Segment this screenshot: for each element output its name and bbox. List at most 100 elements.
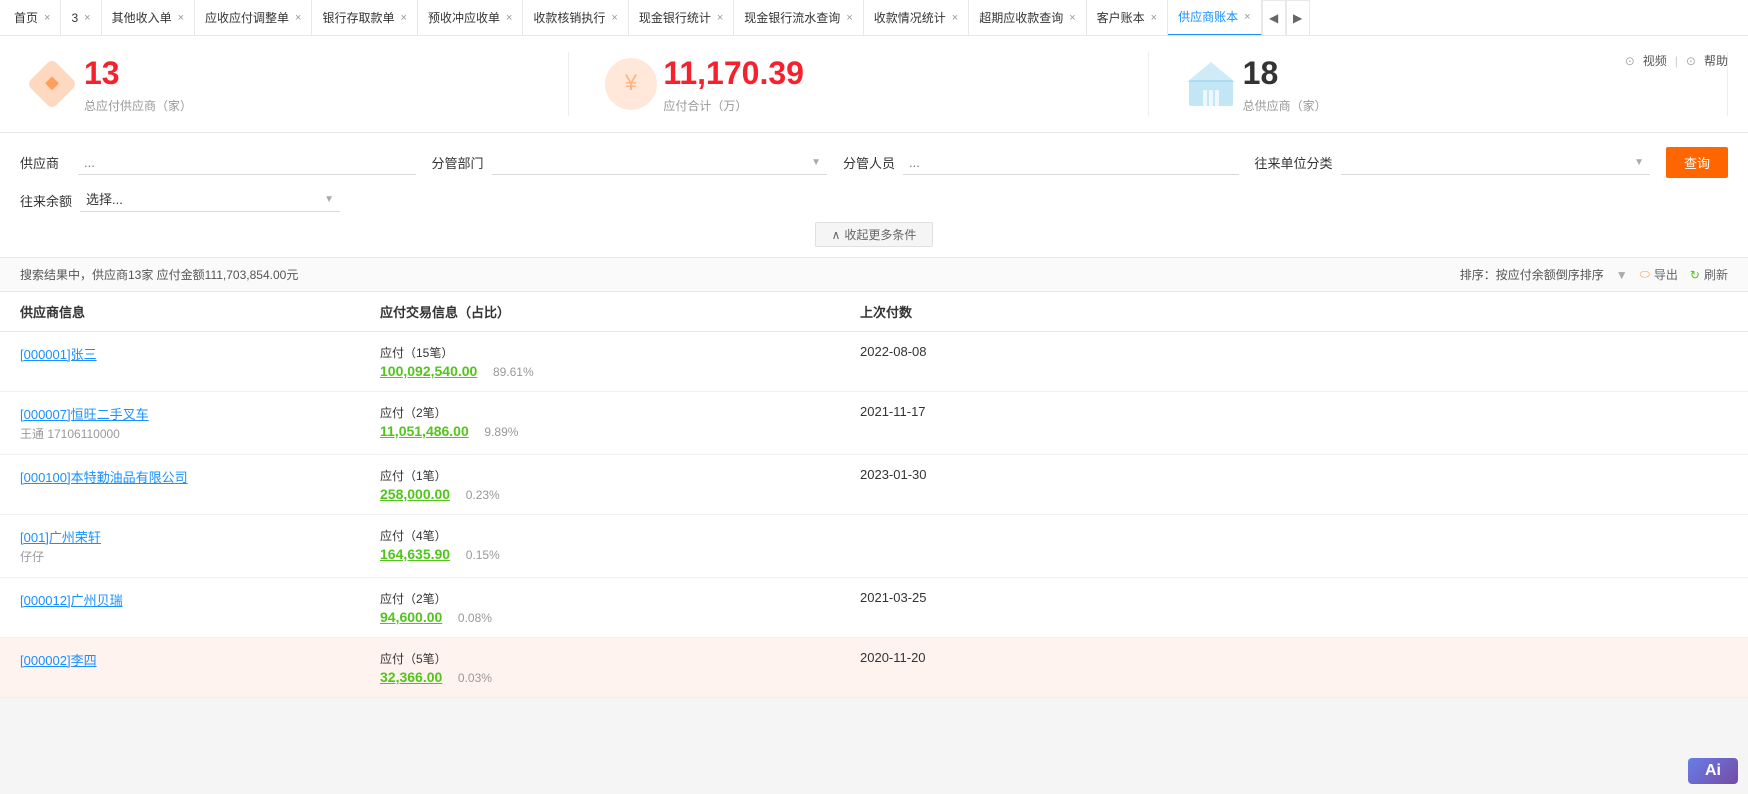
nav-tab-receipt-stat-label: 收款情况统计 — [874, 9, 946, 26]
stat-icon-diamond: ◆ — [20, 52, 84, 116]
balance-select[interactable]: 选择... — [86, 192, 334, 207]
transactions-cell: 应付（2笔） 11,051,486.00 9.89% — [380, 404, 860, 439]
nav-tab-payment-verify-close[interactable]: × — [611, 12, 617, 24]
nav-tab-receipt-stat[interactable]: 收款情况统计 × — [864, 0, 969, 36]
supplier-link[interactable]: [001]广州荣轩 — [20, 530, 101, 545]
tx-amount[interactable]: 164,635.90 — [380, 546, 450, 562]
data-table: 供应商信息 应付交易信息（占比） 上次付数 [000001]张三 应付（15笔）… — [0, 292, 1748, 698]
svg-text:◆: ◆ — [45, 72, 59, 92]
nav-tab-ar-ap-adjust[interactable]: 应收应付调整单 × — [195, 0, 312, 36]
category-select[interactable] — [1347, 155, 1644, 170]
nav-tab-3[interactable]: 3 × — [61, 0, 101, 36]
nav-tab-bank-deposit-close[interactable]: × — [401, 12, 407, 24]
supplier-label: 供应商 — [20, 153, 70, 172]
query-button[interactable]: 查询 — [1666, 147, 1728, 178]
balance-select-wrapper[interactable]: 选择... ▼ — [80, 188, 340, 212]
nav-tab-supplier-book[interactable]: 供应商账本 × — [1168, 0, 1261, 36]
nav-tab-prepay-offset-close[interactable]: × — [506, 12, 512, 24]
results-bar: 搜索结果中，供应商13家 应付金额111,703,854.00元 排序：按应付余… — [0, 258, 1748, 292]
tx-amount-row: 32,366.00 0.03% — [380, 669, 860, 685]
collapse-bar: ∧ 收起更多条件 — [20, 222, 1728, 247]
stat-number-payable-total: 11,170.39 — [663, 54, 804, 92]
dept-select-wrapper[interactable]: ▼ — [492, 151, 827, 175]
nav-tab-overdue-ar-label: 超期应收款查询 — [979, 9, 1063, 26]
nav-tab-bank-deposit-label: 银行存取款单 — [322, 9, 394, 26]
nav-arrow-right[interactable]: ▶ — [1286, 0, 1310, 36]
nav-tab-cash-flow[interactable]: 现金银行流水查询 × — [734, 0, 863, 36]
export-button[interactable]: ⬭ 导出 — [1640, 266, 1678, 283]
nav-tab-other-income[interactable]: 其他收入单 × — [102, 0, 195, 36]
tx-amount[interactable]: 258,000.00 — [380, 486, 450, 502]
nav-tab-customer-book[interactable]: 客户账本 × — [1087, 0, 1168, 36]
tx-label: 应付（2笔） — [380, 590, 860, 607]
nav-tab-receipt-stat-close[interactable]: × — [952, 12, 958, 24]
last-payment-cell: 2021-03-25 — [860, 590, 1728, 605]
stat-block-payable-total: ¥ 11,170.39 应付合计（万） — [569, 52, 1148, 116]
sort-label[interactable]: 排序：按应付余额倒序排序 — [1460, 266, 1604, 283]
supplier-input[interactable] — [78, 151, 416, 175]
table-row: [000012]广州贝瑞 应付（2笔） 94,600.00 0.08% 2021… — [0, 578, 1748, 638]
dept-label: 分管部门 — [432, 153, 484, 172]
nav-tab-ar-ap-adjust-close[interactable]: × — [295, 12, 301, 24]
nav-tab-payment-verify[interactable]: 收款核销执行 × — [523, 0, 628, 36]
tx-amount[interactable]: 11,051,486.00 — [380, 423, 469, 439]
table-row: [000002]李四 应付（5笔） 32,366.00 0.03% 2020-1… — [0, 638, 1748, 698]
supplier-cell: [000007]恒旺二手叉车 王通 17106110000 — [20, 404, 380, 442]
transactions-cell: 应付（5笔） 32,366.00 0.03% — [380, 650, 860, 685]
table-row: [001]广州荣轩 仔仔 应付（4笔） 164,635.90 0.15% — [0, 515, 1748, 578]
dept-select[interactable] — [498, 155, 821, 170]
transactions-cell: 应付（15笔） 100,092,540.00 89.61% — [380, 344, 860, 379]
stat-number-total-suppliers: 18 — [1243, 54, 1327, 92]
nav-tab-other-income-close[interactable]: × — [178, 12, 184, 24]
person-input[interactable] — [903, 151, 1238, 175]
tx-amount-row: 11,051,486.00 9.89% — [380, 423, 860, 439]
search-field-supplier: 供应商 — [20, 151, 416, 175]
nav-tab-customer-book-close[interactable]: × — [1151, 12, 1157, 24]
nav-tab-cash-flow-close[interactable]: × — [846, 12, 852, 24]
nav-tab-cash-stat-close[interactable]: × — [717, 12, 723, 24]
stat-content-total: 11,170.39 应付合计（万） — [663, 54, 804, 113]
tx-percent: 89.61% — [493, 365, 534, 379]
collapse-icon: ∧ — [832, 228, 841, 242]
nav-tab-overdue-ar-close[interactable]: × — [1069, 12, 1075, 24]
nav-tab-customer-book-label: 客户账本 — [1097, 9, 1145, 26]
tx-amount[interactable]: 94,600.00 — [380, 609, 442, 625]
nav-tab-home-label: 首页 — [14, 9, 38, 26]
nav-tab-cash-stat[interactable]: 现金银行统计 × — [629, 0, 734, 36]
person-label: 分管人员 — [843, 153, 895, 172]
search-area: 供应商 分管部门 ▼ 分管人员 往来单位分类 ▼ 查询 — [0, 133, 1748, 258]
help-link[interactable]: 帮助 — [1704, 52, 1728, 69]
nav-tab-overdue-ar[interactable]: 超期应收款查询 × — [969, 0, 1086, 36]
tx-amount[interactable]: 100,092,540.00 — [380, 363, 477, 379]
supplier-link[interactable]: [000001]张三 — [20, 347, 97, 362]
category-select-wrapper[interactable]: ▼ — [1341, 151, 1650, 175]
nav-tab-ar-ap-adjust-label: 应收应付调整单 — [205, 9, 289, 26]
nav-tab-3-close[interactable]: × — [84, 12, 90, 24]
supplier-link[interactable]: [000100]本特勤油品有限公司 — [20, 470, 188, 485]
stat-number-payable-suppliers: 13 — [84, 54, 192, 92]
search-field-category: 往来单位分类 ▼ — [1255, 151, 1651, 175]
video-link[interactable]: 视频 — [1643, 52, 1667, 69]
nav-arrow-left[interactable]: ◀ — [1262, 0, 1286, 36]
category-label: 往来单位分类 — [1255, 153, 1333, 172]
supplier-cell: [001]广州荣轩 仔仔 — [20, 527, 380, 565]
nav-tab-home[interactable]: 首页 × — [4, 0, 61, 36]
last-payment-date: 2020-11-20 — [860, 650, 926, 665]
nav-tab-supplier-book-close[interactable]: × — [1244, 11, 1250, 23]
tx-amount-row: 94,600.00 0.08% — [380, 609, 860, 625]
ai-badge[interactable]: Ai — [1688, 758, 1738, 784]
refresh-button[interactable]: ↻ 刷新 — [1690, 266, 1728, 283]
stat-content-payable: 13 总应付供应商（家） — [84, 54, 192, 113]
nav-tab-prepay-offset-label: 预收冲应收单 — [428, 9, 500, 26]
transactions-cell: 应付（1笔） 258,000.00 0.23% — [380, 467, 860, 502]
supplier-cell: [000100]本特勤油品有限公司 — [20, 467, 380, 486]
nav-tab-bank-deposit[interactable]: 银行存取款单 × — [312, 0, 417, 36]
search-field-person: 分管人员 — [843, 151, 1239, 175]
supplier-link[interactable]: [000002]李四 — [20, 653, 97, 668]
nav-tab-home-close[interactable]: × — [44, 12, 50, 24]
supplier-link[interactable]: [000007]恒旺二手叉车 — [20, 407, 149, 422]
nav-tab-prepay-offset[interactable]: 预收冲应收单 × — [418, 0, 523, 36]
collapse-button[interactable]: ∧ 收起更多条件 — [815, 222, 934, 247]
supplier-link[interactable]: [000012]广州贝瑞 — [20, 593, 123, 608]
tx-amount[interactable]: 32,366.00 — [380, 669, 442, 685]
